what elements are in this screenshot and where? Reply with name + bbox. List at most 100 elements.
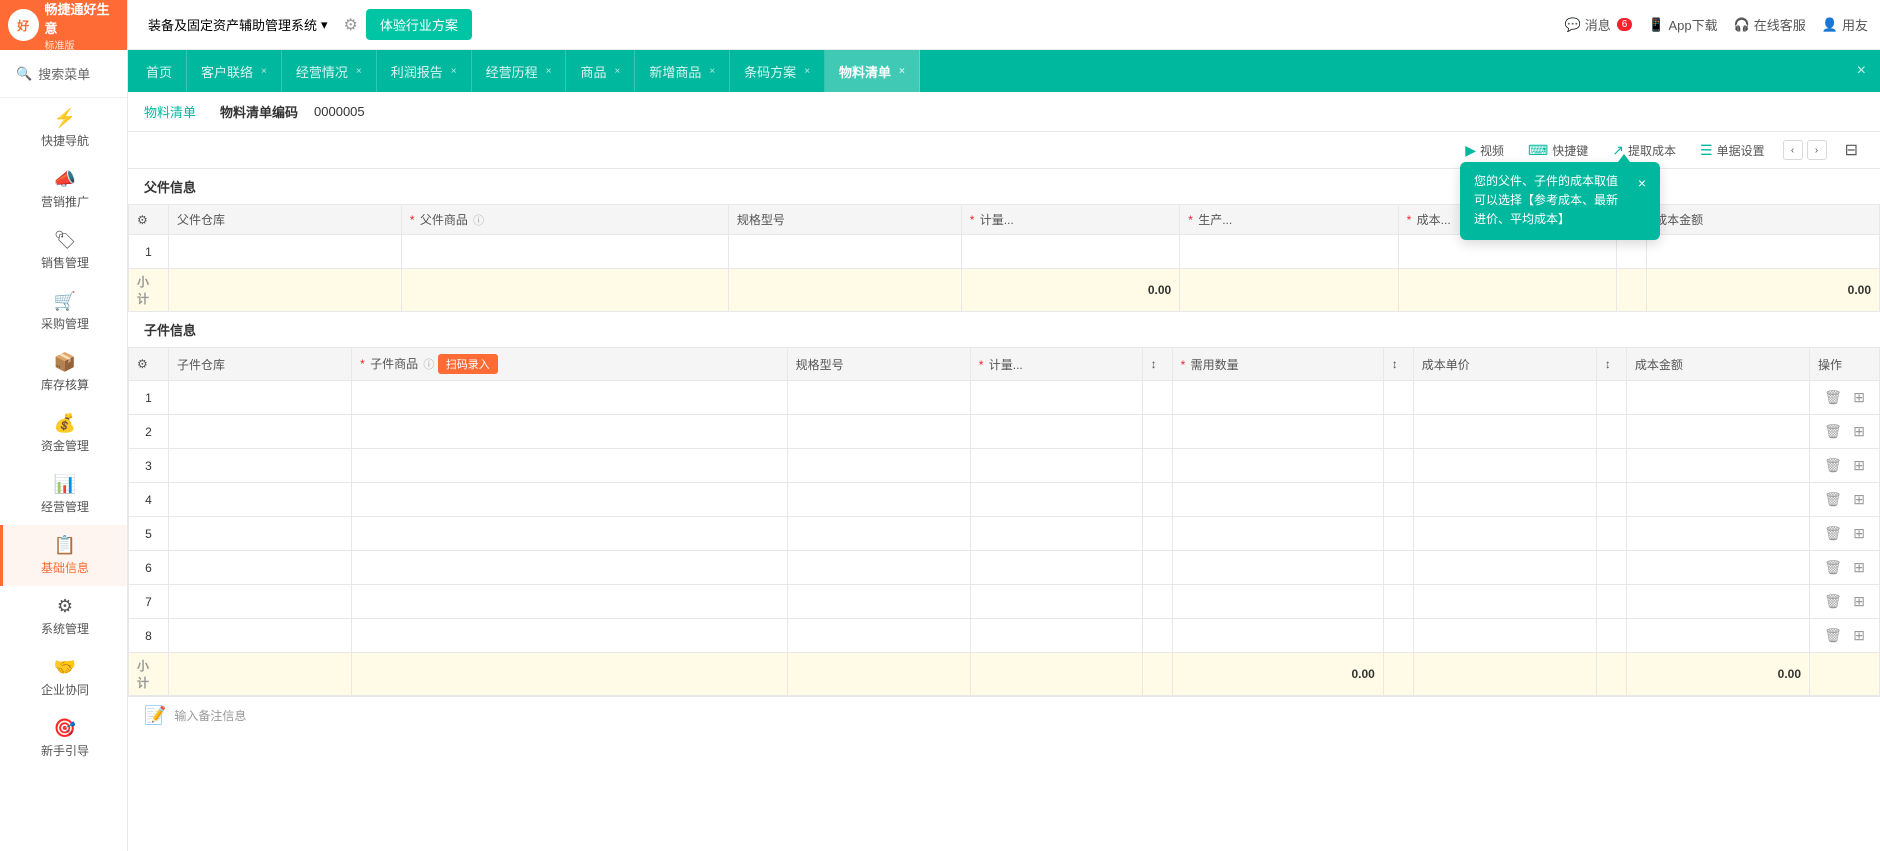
child-row-unit[interactable] bbox=[970, 449, 1142, 483]
parent-row-warehouse[interactable] bbox=[169, 235, 402, 269]
tab-goods[interactable]: 商品 × bbox=[566, 50, 635, 92]
child-row-goods[interactable] bbox=[352, 517, 788, 551]
child-row-goods[interactable] bbox=[352, 585, 788, 619]
tab-bom[interactable]: 物料清单 × bbox=[825, 50, 920, 92]
child-row-qty[interactable] bbox=[1172, 517, 1383, 551]
app-download-action[interactable]: 📱 App下载 bbox=[1648, 15, 1717, 34]
child-row-unit[interactable] bbox=[970, 381, 1142, 415]
child-row-unit[interactable] bbox=[970, 551, 1142, 585]
child-row-warehouse[interactable] bbox=[169, 415, 352, 449]
breadcrumb-parent[interactable]: 物料清单 bbox=[144, 102, 196, 121]
parent-row-unit[interactable] bbox=[961, 235, 1179, 269]
trial-button[interactable]: 体验行业方案 bbox=[366, 9, 472, 40]
child-row-cost-price[interactable] bbox=[1413, 619, 1596, 653]
settings-icon[interactable]: ⚙ bbox=[344, 15, 358, 35]
delete-icon[interactable]: 🗑 bbox=[1820, 591, 1846, 611]
child-row-unit[interactable] bbox=[970, 517, 1142, 551]
child-row-cost-price[interactable] bbox=[1413, 415, 1596, 449]
tab-profit[interactable]: 利润报告 × bbox=[377, 50, 472, 92]
child-row-spec[interactable] bbox=[787, 619, 970, 653]
tab-new-goods[interactable]: 新增商品 × bbox=[635, 50, 730, 92]
child-row-goods[interactable] bbox=[352, 551, 788, 585]
system-selector[interactable]: 装备及固定资产辅助管理系统 ▾ bbox=[140, 11, 336, 38]
child-row-cost-price[interactable] bbox=[1413, 517, 1596, 551]
tab-barcode[interactable]: 条码方案 × bbox=[730, 50, 825, 92]
shortcut-key-button[interactable]: ⌨ 快捷键 bbox=[1522, 138, 1594, 163]
child-row-spec[interactable] bbox=[787, 483, 970, 517]
child-row-spec[interactable] bbox=[787, 415, 970, 449]
delete-icon[interactable]: 🗑 bbox=[1820, 387, 1846, 407]
child-row-qty[interactable] bbox=[1172, 449, 1383, 483]
tab-home[interactable]: 首页 bbox=[132, 50, 187, 92]
sidebar-item-inventory[interactable]: 📦 库存核算 bbox=[0, 342, 127, 403]
tab-customer-close[interactable]: × bbox=[261, 66, 267, 77]
tab-new-goods-close[interactable]: × bbox=[709, 66, 715, 77]
nav-arrow-left[interactable]: ‹ bbox=[1783, 140, 1803, 160]
sidebar-item-sales[interactable]: 🏷 销售管理 bbox=[0, 220, 127, 281]
online-service-action[interactable]: 🎧 在线客服 bbox=[1734, 15, 1806, 34]
parent-col-settings[interactable]: ⚙ bbox=[129, 205, 169, 235]
delete-icon[interactable]: 🗑 bbox=[1820, 625, 1846, 645]
child-row-warehouse[interactable] bbox=[169, 483, 352, 517]
sidebar-item-guide[interactable]: 🎯 新手引导 bbox=[0, 708, 127, 769]
child-row-unit[interactable] bbox=[970, 483, 1142, 517]
sidebar-item-purchase[interactable]: 🛒 采购管理 bbox=[0, 281, 127, 342]
delete-icon[interactable]: 🗑 bbox=[1820, 455, 1846, 475]
parent-row-goods[interactable] bbox=[401, 235, 728, 269]
delete-icon[interactable]: 🗑 bbox=[1820, 523, 1846, 543]
copy-icon[interactable]: ⊞ bbox=[1849, 421, 1869, 441]
delete-icon[interactable]: 🗑 bbox=[1820, 489, 1846, 509]
child-row-goods[interactable] bbox=[352, 619, 788, 653]
delete-icon[interactable]: 🗑 bbox=[1820, 557, 1846, 577]
sidebar-item-finance[interactable]: 💰 资金管理 bbox=[0, 403, 127, 464]
child-row-cost-price[interactable] bbox=[1413, 449, 1596, 483]
child-row-warehouse[interactable] bbox=[169, 551, 352, 585]
child-col-settings[interactable]: ⚙ bbox=[129, 348, 169, 381]
copy-icon[interactable]: ⊞ bbox=[1849, 625, 1869, 645]
tab-business-close[interactable]: × bbox=[356, 66, 362, 77]
child-row-spec[interactable] bbox=[787, 449, 970, 483]
nav-arrow-right[interactable]: › bbox=[1807, 140, 1827, 160]
tab-customer[interactable]: 客户联络 × bbox=[187, 50, 282, 92]
child-row-goods[interactable] bbox=[352, 483, 788, 517]
copy-icon[interactable]: ⊞ bbox=[1849, 557, 1869, 577]
delete-icon[interactable]: 🗑 bbox=[1820, 421, 1846, 441]
child-row-unit[interactable] bbox=[970, 415, 1142, 449]
view-video-button[interactable]: ▶ 视频 bbox=[1459, 138, 1510, 163]
close-all-tabs[interactable]: × bbox=[1847, 62, 1876, 80]
tooltip-close-button[interactable]: × bbox=[1638, 172, 1646, 194]
child-row-spec[interactable] bbox=[787, 551, 970, 585]
child-row-qty[interactable] bbox=[1172, 585, 1383, 619]
message-action[interactable]: 💬 消息 6 bbox=[1565, 15, 1633, 34]
tab-barcode-close[interactable]: × bbox=[804, 66, 810, 77]
child-row-qty[interactable] bbox=[1172, 619, 1383, 653]
tab-business[interactable]: 经营情况 × bbox=[282, 50, 377, 92]
sidebar-item-system[interactable]: ⚙ 系统管理 bbox=[0, 586, 127, 647]
child-row-goods[interactable] bbox=[352, 449, 788, 483]
child-row-qty[interactable] bbox=[1172, 483, 1383, 517]
child-row-cost-price[interactable] bbox=[1413, 381, 1596, 415]
copy-icon[interactable]: ⊞ bbox=[1849, 489, 1869, 509]
child-row-spec[interactable] bbox=[787, 585, 970, 619]
search-menu-button[interactable]: 🔍 搜索菜单 bbox=[8, 58, 119, 89]
sidebar-item-operations[interactable]: 📊 经营管理 bbox=[0, 464, 127, 525]
child-row-warehouse[interactable] bbox=[169, 517, 352, 551]
child-row-cost-price[interactable] bbox=[1413, 483, 1596, 517]
child-row-unit[interactable] bbox=[970, 619, 1142, 653]
child-row-warehouse[interactable] bbox=[169, 449, 352, 483]
copy-icon[interactable]: ⊞ bbox=[1849, 455, 1869, 475]
note-placeholder[interactable]: 输入备注信息 bbox=[174, 707, 246, 724]
parent-row-prod[interactable] bbox=[1180, 235, 1398, 269]
tab-goods-close[interactable]: × bbox=[614, 66, 620, 77]
single-settings-button[interactable]: ☰ 单据设置 bbox=[1694, 138, 1771, 163]
sidebar-item-enterprise[interactable]: 🤝 企业协同 bbox=[0, 647, 127, 708]
child-row-cost-price[interactable] bbox=[1413, 585, 1596, 619]
copy-icon[interactable]: ⊞ bbox=[1849, 387, 1869, 407]
sidebar-item-marketing[interactable]: 📣 营销推广 bbox=[0, 159, 127, 220]
child-row-qty[interactable] bbox=[1172, 551, 1383, 585]
child-row-warehouse[interactable] bbox=[169, 585, 352, 619]
grid-view-button[interactable]: ⊟ bbox=[1839, 136, 1864, 164]
parent-row-spec[interactable] bbox=[728, 235, 961, 269]
child-row-goods[interactable] bbox=[352, 415, 788, 449]
child-row-spec[interactable] bbox=[787, 381, 970, 415]
